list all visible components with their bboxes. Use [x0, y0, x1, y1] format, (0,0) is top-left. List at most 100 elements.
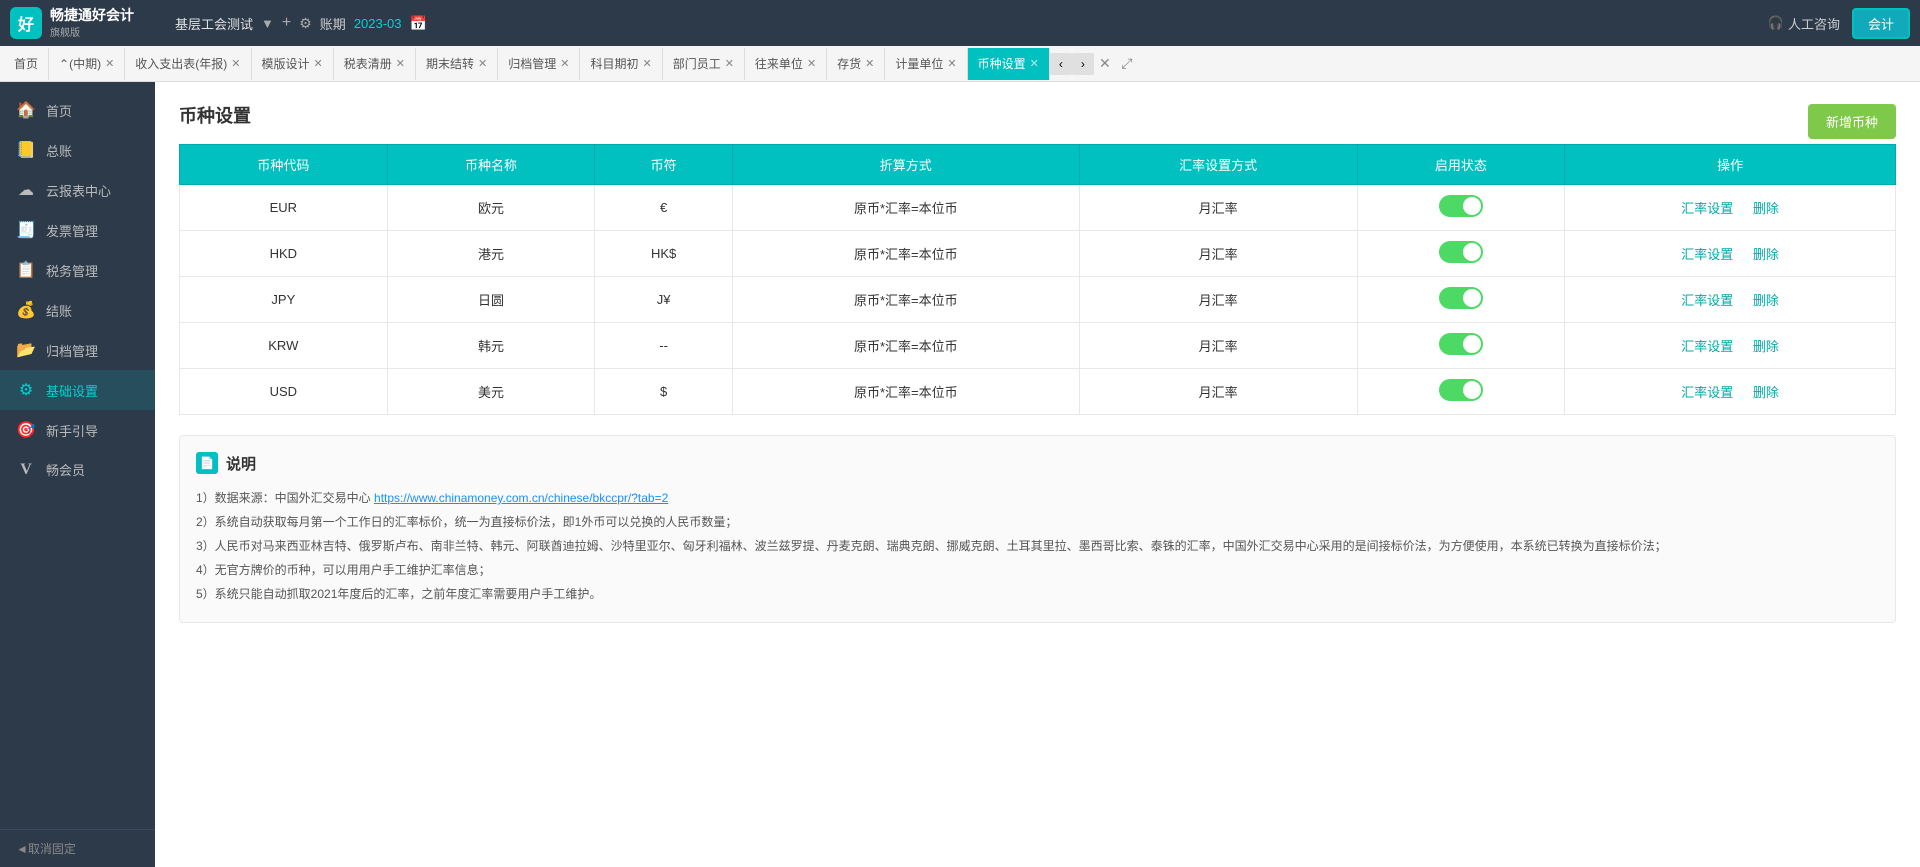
tab-close-unit[interactable]: ✕	[947, 57, 956, 70]
app-sub: 旗舰版	[50, 24, 134, 39]
tab-subject[interactable]: 科目期初 ✕	[580, 48, 662, 80]
tab-expand-button[interactable]: ⤢	[1116, 53, 1138, 75]
cell-name: 美元	[387, 369, 595, 415]
toggle-switch[interactable]	[1439, 379, 1483, 401]
sidebar-item-archive[interactable]: 📂 归档管理	[0, 330, 155, 370]
rate-setting-link[interactable]: 汇率设置	[1681, 201, 1733, 216]
cell-code: USD	[180, 369, 388, 415]
company-name[interactable]: 基层工会测试	[175, 14, 253, 33]
sidebar-item-guide[interactable]: 🎯 新手引导	[0, 410, 155, 450]
sidebar-item-home[interactable]: 🏠 首页	[0, 90, 155, 130]
tab-unit[interactable]: 计量单位 ✕	[885, 48, 967, 80]
toggle-switch[interactable]	[1439, 241, 1483, 263]
top-bar: 好 畅捷通好会计 旗舰版 基层工会测试 ▼ + ⚙ 账期 2023-03 📅 🎧…	[0, 0, 1920, 46]
tab-inventory[interactable]: 存货 ✕	[827, 48, 885, 80]
delete-button[interactable]: 删除	[1753, 385, 1779, 400]
tab-close-balance[interactable]: ✕	[105, 57, 114, 70]
cell-calc: 原币*汇率=本位币	[732, 185, 1079, 231]
calendar-icon[interactable]: 📅	[410, 15, 427, 32]
delete-button[interactable]: 删除	[1753, 293, 1779, 308]
delete-button[interactable]: 删除	[1753, 339, 1779, 354]
tab-dept[interactable]: 部门员工 ✕	[663, 48, 745, 80]
invoice-icon: 🧾	[16, 220, 36, 240]
cell-rate-type: 月汇率	[1079, 323, 1357, 369]
delete-button[interactable]: 删除	[1753, 201, 1779, 216]
notes-item: 3）人民币对马来西亚林吉特、俄罗斯卢布、南非兰特、韩元、阿联酋迪拉姆、沙特里亚尔…	[196, 534, 1879, 558]
tax-icon: 📋	[16, 260, 36, 280]
table-row: HKD 港元 HK$ 原币*汇率=本位币 月汇率 汇率设置 删除	[180, 231, 1896, 277]
tab-close-period-end[interactable]: ✕	[478, 57, 487, 70]
rate-setting-link[interactable]: 汇率设置	[1681, 293, 1733, 308]
tab-currency[interactable]: 币种设置 ✕	[968, 48, 1050, 80]
cell-calc: 原币*汇率=本位币	[732, 323, 1079, 369]
col-code: 币种代码	[180, 145, 388, 185]
tab-close-template[interactable]: ✕	[314, 57, 323, 70]
sidebar-item-tax[interactable]: 📋 税务管理	[0, 250, 155, 290]
tab-close-archive[interactable]: ✕	[560, 57, 569, 70]
cell-actions: 汇率设置 删除	[1565, 231, 1896, 277]
tab-tax[interactable]: 税表清册 ✕	[334, 48, 416, 80]
tab-next-button[interactable]: ›	[1072, 53, 1094, 75]
cell-toggle[interactable]	[1357, 231, 1565, 277]
tab-close-dept[interactable]: ✕	[725, 57, 734, 70]
period-value[interactable]: 2023-03	[354, 16, 402, 31]
help-button[interactable]: 🎧 人工咨询	[1768, 14, 1840, 33]
tab-period-end[interactable]: 期末结转 ✕	[416, 48, 498, 80]
tab-home[interactable]: 首页	[4, 48, 49, 80]
delete-button[interactable]: 删除	[1753, 247, 1779, 262]
checkout-icon: 💰	[16, 300, 36, 320]
cell-toggle[interactable]	[1357, 369, 1565, 415]
sidebar-item-reports[interactable]: ☁ 云报表中心	[0, 170, 155, 210]
tab-close-all-button[interactable]: ✕	[1094, 53, 1116, 75]
cell-toggle[interactable]	[1357, 185, 1565, 231]
toggle-switch[interactable]	[1439, 287, 1483, 309]
notes-item: 1）数据来源：中国外汇交易中心 https://www.chinamoney.c…	[196, 486, 1879, 510]
rate-setting-link[interactable]: 汇率设置	[1681, 385, 1733, 400]
notes-list: 1）数据来源：中国外汇交易中心 https://www.chinamoney.c…	[196, 486, 1879, 606]
dropdown-icon[interactable]: ▼	[261, 16, 274, 31]
table-row: KRW 韩元 -- 原币*汇率=本位币 月汇率 汇率设置 删除	[180, 323, 1896, 369]
tab-close-currency[interactable]: ✕	[1030, 57, 1039, 70]
new-currency-button[interactable]: 新增币种	[1808, 104, 1896, 139]
col-calc: 折算方式	[732, 145, 1079, 185]
ledger-icon: 📒	[16, 140, 36, 160]
tab-close-inventory[interactable]: ✕	[865, 57, 874, 70]
toggle-switch[interactable]	[1439, 333, 1483, 355]
tab-balance[interactable]: ⌃(中期) ✕	[49, 48, 125, 80]
tab-close-partner[interactable]: ✕	[807, 57, 816, 70]
sidebar-item-invoice[interactable]: 🧾 发票管理	[0, 210, 155, 250]
sidebar-collapse-button[interactable]: ◄取消固定	[0, 829, 155, 867]
cell-toggle[interactable]	[1357, 277, 1565, 323]
cell-actions: 汇率设置 删除	[1565, 369, 1896, 415]
cell-name: 港元	[387, 231, 595, 277]
notes-link[interactable]: https://www.chinamoney.com.cn/chinese/bk…	[374, 491, 668, 505]
settings-icon[interactable]: ⚙	[299, 15, 312, 32]
sidebar-item-member[interactable]: V 畅会员	[0, 450, 155, 489]
account-button[interactable]: 会计	[1852, 8, 1910, 39]
app-wrapper: 好 畅捷通好会计 旗舰版 基层工会测试 ▼ + ⚙ 账期 2023-03 📅 🎧…	[0, 0, 1920, 867]
sidebar-item-settings[interactable]: ⚙ 基础设置	[0, 370, 155, 410]
tab-archive[interactable]: 归档管理 ✕	[498, 48, 580, 80]
cell-code: HKD	[180, 231, 388, 277]
rate-setting-link[interactable]: 汇率设置	[1681, 339, 1733, 354]
col-name: 币种名称	[387, 145, 595, 185]
cell-rate-type: 月汇率	[1079, 277, 1357, 323]
tab-template[interactable]: 模版设计 ✕	[252, 48, 334, 80]
tab-close-subject[interactable]: ✕	[642, 57, 651, 70]
cell-calc: 原币*汇率=本位币	[732, 277, 1079, 323]
sidebar-item-checkout[interactable]: 💰 结账	[0, 290, 155, 330]
tab-prev-button[interactable]: ‹	[1050, 53, 1072, 75]
table-row: USD 美元 $ 原币*汇率=本位币 月汇率 汇率设置 删除	[180, 369, 1896, 415]
sidebar-item-ledger[interactable]: 📒 总账	[0, 130, 155, 170]
cell-toggle[interactable]	[1357, 323, 1565, 369]
add-icon[interactable]: +	[282, 14, 291, 32]
top-right: 🎧 人工咨询 会计	[1768, 8, 1910, 39]
toggle-switch[interactable]	[1439, 195, 1483, 217]
tab-partner[interactable]: 往来单位 ✕	[745, 48, 827, 80]
rate-setting-link[interactable]: 汇率设置	[1681, 247, 1733, 262]
tab-income[interactable]: 收入支出表(年报) ✕	[125, 48, 251, 80]
cloud-icon: ☁	[16, 180, 36, 200]
tab-close-tax[interactable]: ✕	[396, 57, 405, 70]
tab-close-income[interactable]: ✕	[231, 57, 240, 70]
home-icon: 🏠	[16, 100, 36, 120]
